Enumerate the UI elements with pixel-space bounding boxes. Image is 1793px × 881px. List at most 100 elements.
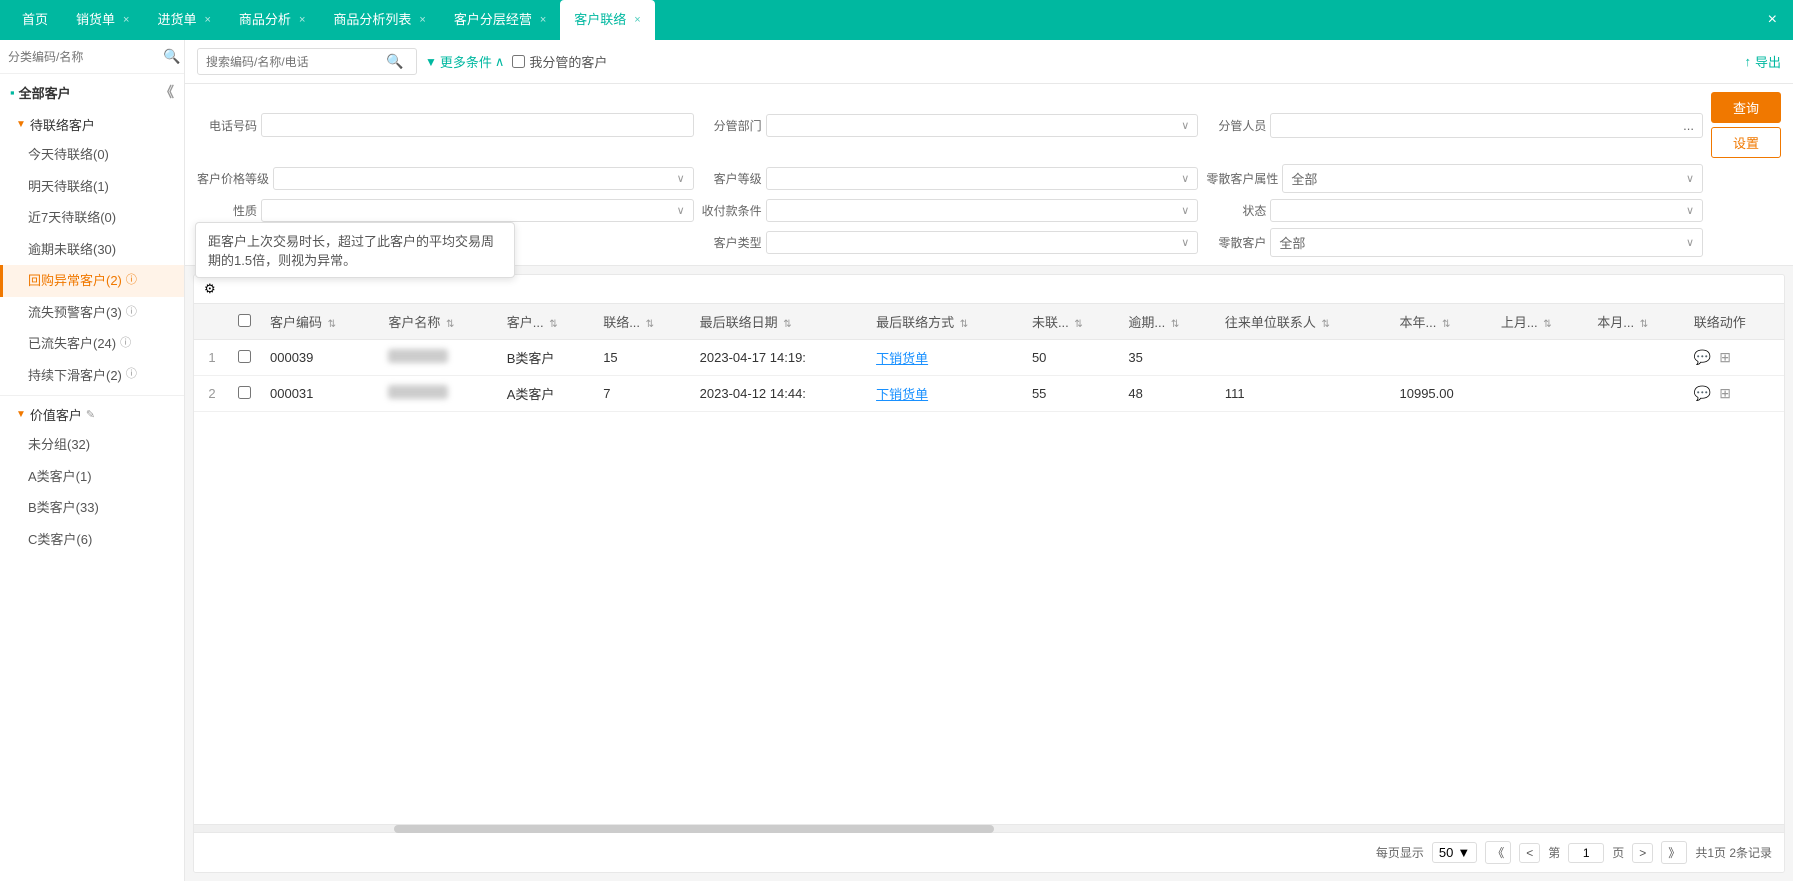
per-page-select[interactable]: 50 ▼ [1432, 842, 1477, 863]
next-page-button[interactable]: > [1632, 843, 1653, 863]
first-page-button[interactable]: 《 [1485, 841, 1511, 864]
cell-code: 000039 [262, 340, 380, 376]
sidebar-item-churned[interactable]: 已流失客户(24) ⓘ [0, 328, 184, 359]
window-close-button[interactable]: × [1768, 11, 1777, 29]
th-last-contact-date[interactable]: 最后联络日期 ⇅ [692, 304, 868, 340]
pending-contact-group[interactable]: ▼ 待联络客户 [0, 110, 184, 139]
sidebar-item-today-contact[interactable]: 今天待联络(0) [0, 139, 184, 171]
sidebar-search-input[interactable] [8, 50, 163, 64]
cell-last-month [1493, 376, 1589, 412]
sidebar-item-7days-contact[interactable]: 近7天待联络(0) [0, 202, 184, 234]
filter-label-status: 状态 [1206, 202, 1266, 219]
nav-tab-purchase[interactable]: 进货单 × [143, 0, 224, 40]
edit-icon[interactable]: ✎ [86, 408, 95, 421]
chevron-down-icon: ∨ [1181, 204, 1189, 217]
filter-input-phone[interactable] [261, 113, 694, 137]
close-icon[interactable]: × [419, 0, 425, 40]
th-code[interactable]: 客户编码 ⇅ [262, 304, 380, 340]
filter-select-status[interactable]: ∨ [1270, 199, 1703, 222]
cell-this-month [1589, 376, 1685, 412]
close-icon[interactable]: × [204, 0, 210, 40]
action-buttons: 查询 设置 [1711, 92, 1781, 158]
table-header-row: 客户编码 ⇅ 客户名称 ⇅ 客户... ⇅ [194, 304, 1784, 340]
page-number-input[interactable] [1568, 843, 1604, 863]
sort-icon: ⇅ [783, 319, 791, 330]
row-checkbox[interactable] [238, 350, 251, 363]
sidebar-item-a-class[interactable]: A类客户(1) [0, 461, 184, 493]
row-checkbox[interactable] [238, 386, 251, 399]
th-last-month[interactable]: 上月... ⇅ [1493, 304, 1589, 340]
th-this-month[interactable]: 本月... ⇅ [1589, 304, 1685, 340]
sidebar-item-declining[interactable]: 持续下滑客户(2) ⓘ [0, 360, 184, 391]
table-area: ⚙ 客户编码 ⇅ [193, 274, 1785, 873]
my-customers-checkbox[interactable] [512, 55, 525, 68]
filter-select-customer-grade[interactable]: ∨ [766, 167, 1199, 190]
query-button[interactable]: 查询 [1711, 92, 1781, 123]
chat-icon[interactable]: 💬 [1694, 385, 1711, 402]
value-customers-group[interactable]: ▼ 价值客户 ✎ [0, 400, 184, 429]
th-contact-person[interactable]: 往来单位联系人 ⇅ [1217, 304, 1392, 340]
table-settings-icon[interactable]: ⚙ [204, 281, 216, 297]
filter-select-price-grade[interactable]: ∨ [273, 167, 694, 190]
contact-method-link[interactable]: 下销货单 [876, 387, 928, 402]
last-page-button[interactable]: 》 [1661, 841, 1687, 864]
filter-select-retail-customer[interactable]: 全部 ∨ [1270, 228, 1703, 257]
cell-last-contact-date: 2023-04-17 14:19: [692, 340, 868, 376]
prev-page-button[interactable]: < [1519, 843, 1540, 863]
action-icons: 💬 ⊞ [1694, 385, 1776, 402]
search-input[interactable] [206, 55, 386, 69]
th-contact-num[interactable]: 联络... ⇅ [595, 304, 691, 340]
nav-tab-customer-mgmt[interactable]: 客户分层经营 × [440, 0, 560, 40]
th-checkbox [230, 304, 262, 340]
sort-icon: ⇅ [446, 319, 454, 330]
sort-icon: ⇅ [1322, 319, 1330, 330]
sidebar-divider [0, 395, 184, 396]
select-all-checkbox[interactable] [238, 314, 251, 327]
th-last-contact-method[interactable]: 最后联络方式 ⇅ [868, 304, 1024, 340]
export-icon: ↑ [1744, 54, 1751, 69]
filter-select-customer-type[interactable]: ∨ [766, 231, 1199, 254]
filter-select-nature[interactable]: ∨ [261, 199, 694, 222]
table-scroll-area[interactable]: 客户编码 ⇅ 客户名称 ⇅ 客户... ⇅ [194, 304, 1784, 824]
close-icon[interactable]: × [540, 0, 546, 40]
sidebar-item-overdue-contact[interactable]: 逾期未联络(30) [0, 234, 184, 266]
close-icon[interactable]: × [299, 0, 305, 40]
row-num: 2 [194, 376, 230, 412]
sidebar-item-b-class[interactable]: B类客户(33) [0, 492, 184, 524]
th-type[interactable]: 客户... ⇅ [499, 304, 595, 340]
contact-method-link[interactable]: 下销货单 [876, 351, 928, 366]
export-button[interactable]: ↑ 导出 [1744, 52, 1781, 71]
filter-select-retail-attr[interactable]: 全部 ∨ [1282, 164, 1703, 193]
filter-select-payment[interactable]: ∨ [766, 199, 1199, 222]
more-conditions-button[interactable]: ▼ 更多条件 ∧ [425, 52, 504, 71]
th-name[interactable]: 客户名称 ⇅ [380, 304, 498, 340]
sidebar-item-repurchase-abnormal[interactable]: 回购异常客户(2) ⓘ [0, 265, 184, 296]
sidebar-item-ungrouped[interactable]: 未分组(32) [0, 429, 184, 461]
sidebar-item-tomorrow-contact[interactable]: 明天待联络(1) [0, 171, 184, 203]
sidebar-collapse-button[interactable]: 《 [160, 82, 174, 102]
nav-tab-analysis-list[interactable]: 商品分析列表 × [319, 0, 439, 40]
close-icon[interactable]: × [123, 0, 129, 40]
cell-code: 000031 [262, 376, 380, 412]
nav-tab-customer-contact[interactable]: 客户联络 × [560, 0, 654, 40]
nav-tab-home[interactable]: 首页 [8, 0, 62, 40]
filter-select-dept[interactable]: ∨ [766, 114, 1199, 137]
nav-tab-analysis[interactable]: 商品分析 × [225, 0, 319, 40]
th-this-year[interactable]: 本年... ⇅ [1392, 304, 1493, 340]
chat-icon[interactable]: 💬 [1694, 349, 1711, 366]
nav-tab-sales[interactable]: 销货单 × [62, 0, 143, 40]
th-not-contacted[interactable]: 未联... ⇅ [1024, 304, 1120, 340]
th-overdue[interactable]: 逾期... ⇅ [1120, 304, 1216, 340]
scrollbar-thumb[interactable] [394, 825, 994, 833]
settings-button[interactable]: 设置 [1711, 127, 1781, 158]
grid-icon[interactable]: ⊞ [1719, 385, 1731, 402]
close-icon[interactable]: × [634, 0, 640, 40]
horizontal-scrollbar[interactable] [194, 824, 1784, 832]
filter-select-manager[interactable]: ... [1270, 113, 1703, 138]
tooltip-box: 距客户上次交易时长，超过了此客户的平均交易周期的1.5倍，则视为异常。 [195, 222, 515, 278]
sort-icon: ⇅ [1074, 319, 1082, 330]
grid-icon[interactable]: ⊞ [1719, 349, 1731, 366]
search-icon[interactable]: 🔍 [386, 53, 403, 70]
sidebar-item-c-class[interactable]: C类客户(6) [0, 524, 184, 556]
sidebar-item-churn-warning[interactable]: 流失预警客户(3) ⓘ [0, 297, 184, 328]
